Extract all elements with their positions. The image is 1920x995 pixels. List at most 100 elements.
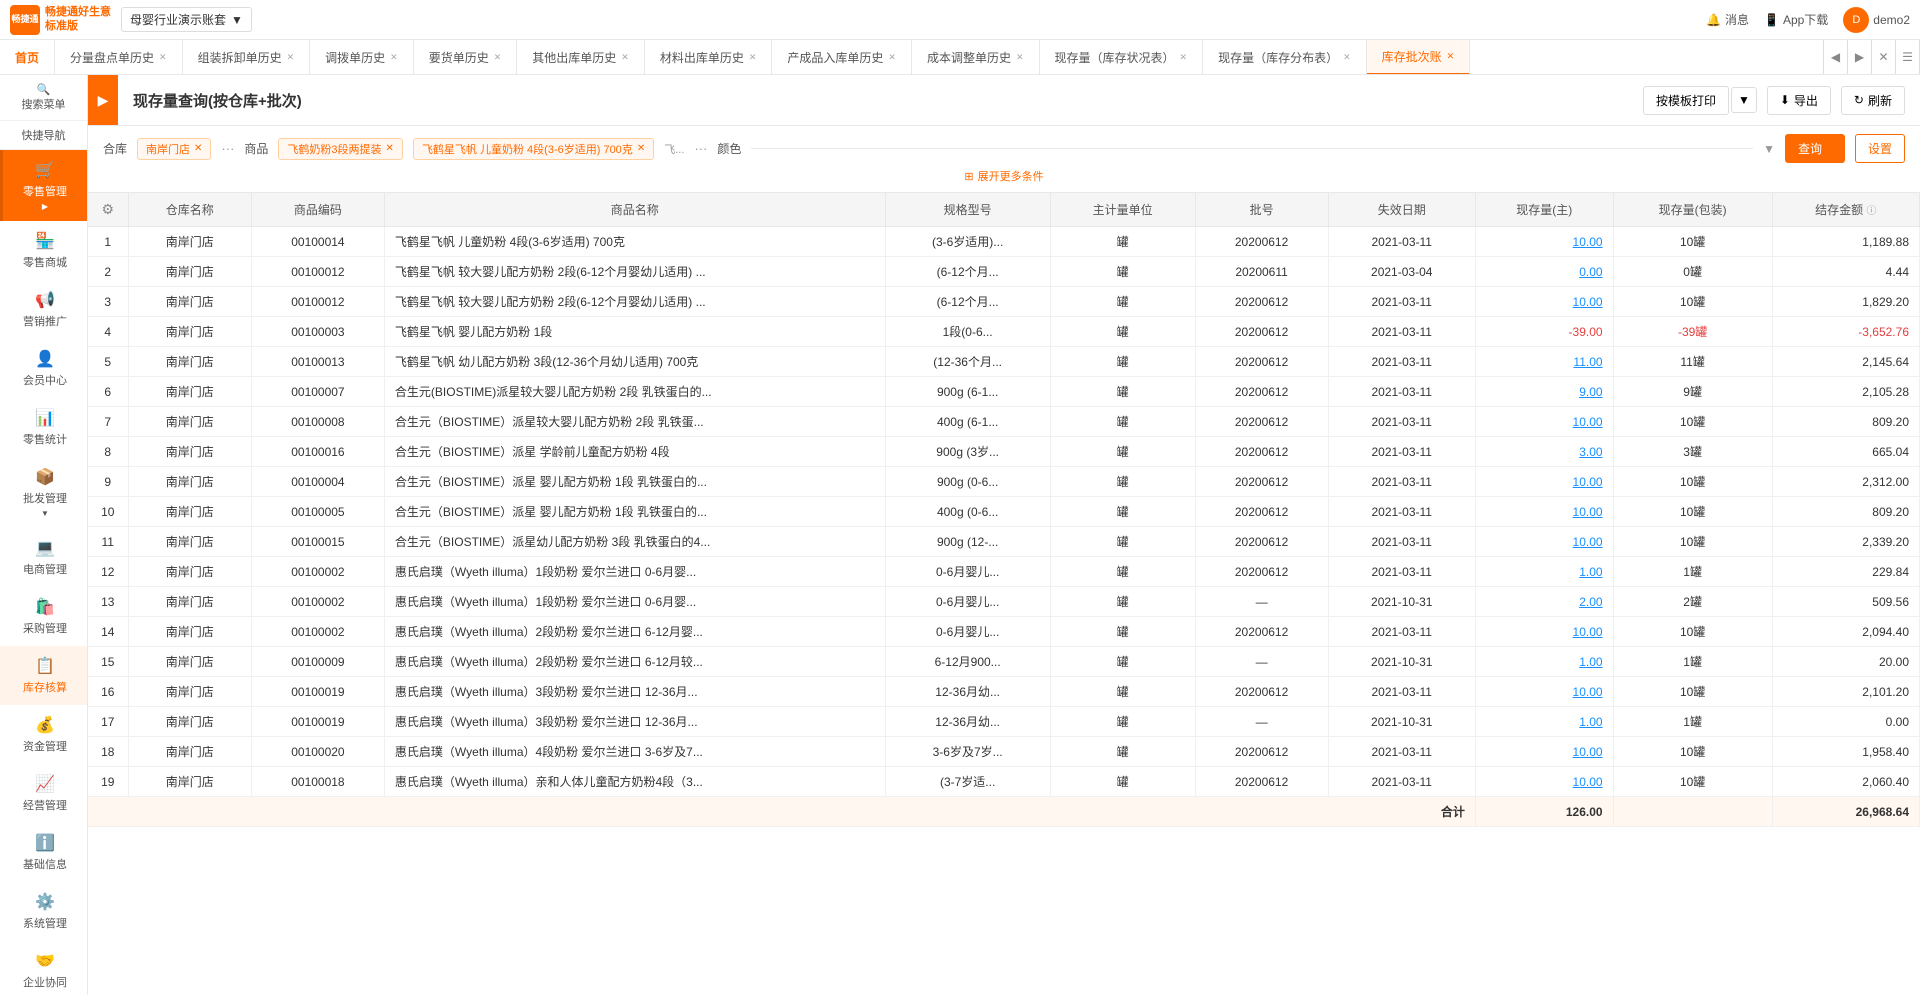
warehouse-remove-icon[interactable]: ✕	[194, 143, 202, 154]
tab-close-btn[interactable]: ✕	[1872, 40, 1896, 75]
close-icon[interactable]: ✕	[390, 52, 398, 63]
close-icon[interactable]: ✕	[1343, 52, 1351, 63]
sidebar-quick-nav[interactable]: 快捷导航	[0, 120, 87, 150]
member-icon: 👤	[35, 349, 55, 369]
nav-tab-9[interactable]: 现存量（库存状况表） ✕	[1040, 40, 1204, 75]
sidebar-search[interactable]: 🔍 搜索菜单	[0, 75, 87, 120]
cell-qty-main[interactable]: 10.00	[1475, 467, 1613, 497]
product-tag-1[interactable]: 飞鹤奶粉3段两提装 ✕	[278, 138, 403, 160]
warehouse-tag[interactable]: 南岸门店 ✕	[137, 138, 211, 160]
user-avatar[interactable]: D demo2	[1843, 7, 1910, 33]
product-tag-2[interactable]: 飞鹤星飞帆 儿童奶粉 4段(3-6岁适用) 700克 ✕	[413, 138, 654, 160]
tab-prev-btn[interactable]: ◀	[1824, 40, 1848, 75]
nav-tab-8[interactable]: 成本调整单历史 ✕	[912, 40, 1040, 75]
cell-name: 合生元(BIOSTIME)派星较大婴儿配方奶粉 2段 乳铁蛋白的...	[384, 377, 885, 407]
sidebar-item-finance[interactable]: 💰 资金管理	[0, 705, 87, 764]
close-icon[interactable]: ✕	[494, 52, 502, 63]
cell-qty-main[interactable]: 10.00	[1475, 227, 1613, 257]
nav-tab-4[interactable]: 要货单历史 ✕	[414, 40, 518, 75]
sidebar-item-marketing[interactable]: 📢 营销推广	[0, 280, 87, 339]
cell-qty-main[interactable]: 10.00	[1475, 677, 1613, 707]
sidebar-item-operations[interactable]: 📈 经营管理	[0, 764, 87, 823]
sidebar-item-retail-mgmt[interactable]: 🛒 零售管理 ▶	[0, 150, 87, 221]
cell-qty-main[interactable]: 10.00	[1475, 287, 1613, 317]
cell-qty-main[interactable]: 10.00	[1475, 767, 1613, 797]
product-more-btn[interactable]: ···	[694, 141, 707, 156]
cell-spec: (6-12个月...	[885, 257, 1050, 287]
print-btn[interactable]: 按模板打印	[1643, 86, 1729, 115]
sidebar-item-retail-stats[interactable]: 📊 零售统计	[0, 398, 87, 457]
app-download-btn[interactable]: 📱 App下载	[1764, 11, 1828, 28]
cell-qty-main[interactable]: 1.00	[1475, 707, 1613, 737]
cell-qty-main[interactable]: 1.00	[1475, 557, 1613, 587]
nav-tab-10[interactable]: 现存量（库存分布表） ✕	[1203, 40, 1367, 75]
sidebar-item-collab[interactable]: 🤝 企业协同	[0, 941, 87, 995]
page-header-row: ▶ 现存量查询(按仓库+批次) 按模板打印 ▼ ⬇ 导出	[88, 75, 1920, 126]
close-icon[interactable]: ✕	[1447, 51, 1455, 62]
cell-batch: 20200612	[1195, 767, 1328, 797]
table-settings-icon[interactable]: ⚙	[101, 201, 114, 217]
sidebar: 🔍 搜索菜单 快捷导航 🛒 零售管理 ▶ 🏪 零售商城 📢 营销推广 👤 会员中…	[0, 75, 88, 995]
expand-conditions-btn[interactable]: ⊞ 展开更多条件	[103, 168, 1905, 184]
close-icon[interactable]: ✕	[287, 52, 295, 63]
cell-qty-main[interactable]: 9.00	[1475, 377, 1613, 407]
cell-qty-main[interactable]: 10.00	[1475, 737, 1613, 767]
nav-tab-6[interactable]: 材料出库单历史 ✕	[645, 40, 773, 75]
cell-qty-main[interactable]: 10.00	[1475, 527, 1613, 557]
cell-qty-main[interactable]: 11.00	[1475, 347, 1613, 377]
nav-tab-3[interactable]: 调拨单历史 ✕	[310, 40, 414, 75]
close-icon[interactable]: ✕	[621, 52, 629, 63]
sidebar-item-basic-info[interactable]: ℹ️ 基础信息	[0, 823, 87, 882]
footer-qty-pkg	[1613, 797, 1772, 827]
cell-warehouse: 南岸门店	[128, 707, 251, 737]
table-footer-row: 合计 126.00 26,968.64	[88, 797, 1920, 827]
color-input-area[interactable]	[751, 148, 1753, 149]
th-settings[interactable]: ⚙	[88, 193, 128, 227]
nav-tab-active[interactable]: 库存批次账 ✕	[1367, 40, 1471, 75]
cell-qty-main[interactable]: 3.00	[1475, 437, 1613, 467]
tab-menu-btn[interactable]: ☰	[1896, 40, 1920, 75]
sidebar-item-wholesale[interactable]: 📦 批发管理 ▼	[0, 457, 87, 528]
sidebar-item-ecommerce[interactable]: 💻 电商管理	[0, 528, 87, 587]
cell-qty-main[interactable]: 0.00	[1475, 257, 1613, 287]
close-icon[interactable]: ✕	[1016, 52, 1024, 63]
cell-qty-main[interactable]: 10.00	[1475, 617, 1613, 647]
close-icon[interactable]: ✕	[159, 52, 167, 63]
cell-qty-main[interactable]: 1.00	[1475, 647, 1613, 677]
close-icon[interactable]: ✕	[888, 52, 896, 63]
sidebar-item-retail-mall[interactable]: 🏪 零售商城	[0, 221, 87, 280]
cell-code: 00100015	[251, 527, 384, 557]
settings-btn[interactable]: 设置	[1855, 134, 1905, 163]
cell-qty-pkg: 10罐	[1613, 767, 1772, 797]
cell-code: 00100005	[251, 497, 384, 527]
cell-qty-main[interactable]: 10.00	[1475, 497, 1613, 527]
nav-tab-1[interactable]: 分量盘点单历史 ✕	[55, 40, 183, 75]
cell-batch: —	[1195, 647, 1328, 677]
amount-info-icon[interactable]: ⓘ	[1867, 206, 1877, 217]
product-remove-icon-2[interactable]: ✕	[637, 143, 645, 154]
export-btn[interactable]: ⬇ 导出	[1767, 86, 1831, 115]
sidebar-item-system[interactable]: ⚙️ 系统管理	[0, 882, 87, 941]
sidebar-item-purchase[interactable]: 🛍️ 采购管理	[0, 587, 87, 646]
nav-tab-5[interactable]: 其他出库单历史 ✕	[517, 40, 645, 75]
cell-qty-main[interactable]: 10.00	[1475, 407, 1613, 437]
nav-tab-home[interactable]: 首页	[0, 40, 55, 75]
cell-qty-main[interactable]: 2.00	[1475, 587, 1613, 617]
nav-tab-7[interactable]: 产成品入库单历史 ✕	[772, 40, 912, 75]
close-icon[interactable]: ✕	[1180, 52, 1188, 63]
sidebar-toggle-btn[interactable]: ▶	[88, 75, 118, 125]
nav-tab-2[interactable]: 组装拆卸单历史 ✕	[183, 40, 311, 75]
search-btn[interactable]: 查询	[1785, 134, 1845, 163]
warehouse-more-btn[interactable]: ···	[221, 141, 234, 156]
sidebar-item-inventory[interactable]: 📋 库存核算	[0, 646, 87, 705]
close-icon[interactable]: ✕	[749, 52, 757, 63]
cell-code: 00100007	[251, 377, 384, 407]
sidebar-item-member[interactable]: 👤 会员中心	[0, 339, 87, 398]
product-remove-icon-1[interactable]: ✕	[386, 143, 394, 154]
tab-next-btn[interactable]: ▶	[1848, 40, 1872, 75]
account-dropdown[interactable]: 母婴行业演示账套 ▼	[121, 7, 252, 32]
message-btn[interactable]: 🔔 消息	[1706, 11, 1749, 28]
refresh-btn[interactable]: ↻ 刷新	[1841, 86, 1905, 115]
color-dropdown-btn[interactable]: ▼	[1763, 142, 1775, 156]
print-dropdown-btn[interactable]: ▼	[1731, 87, 1757, 113]
